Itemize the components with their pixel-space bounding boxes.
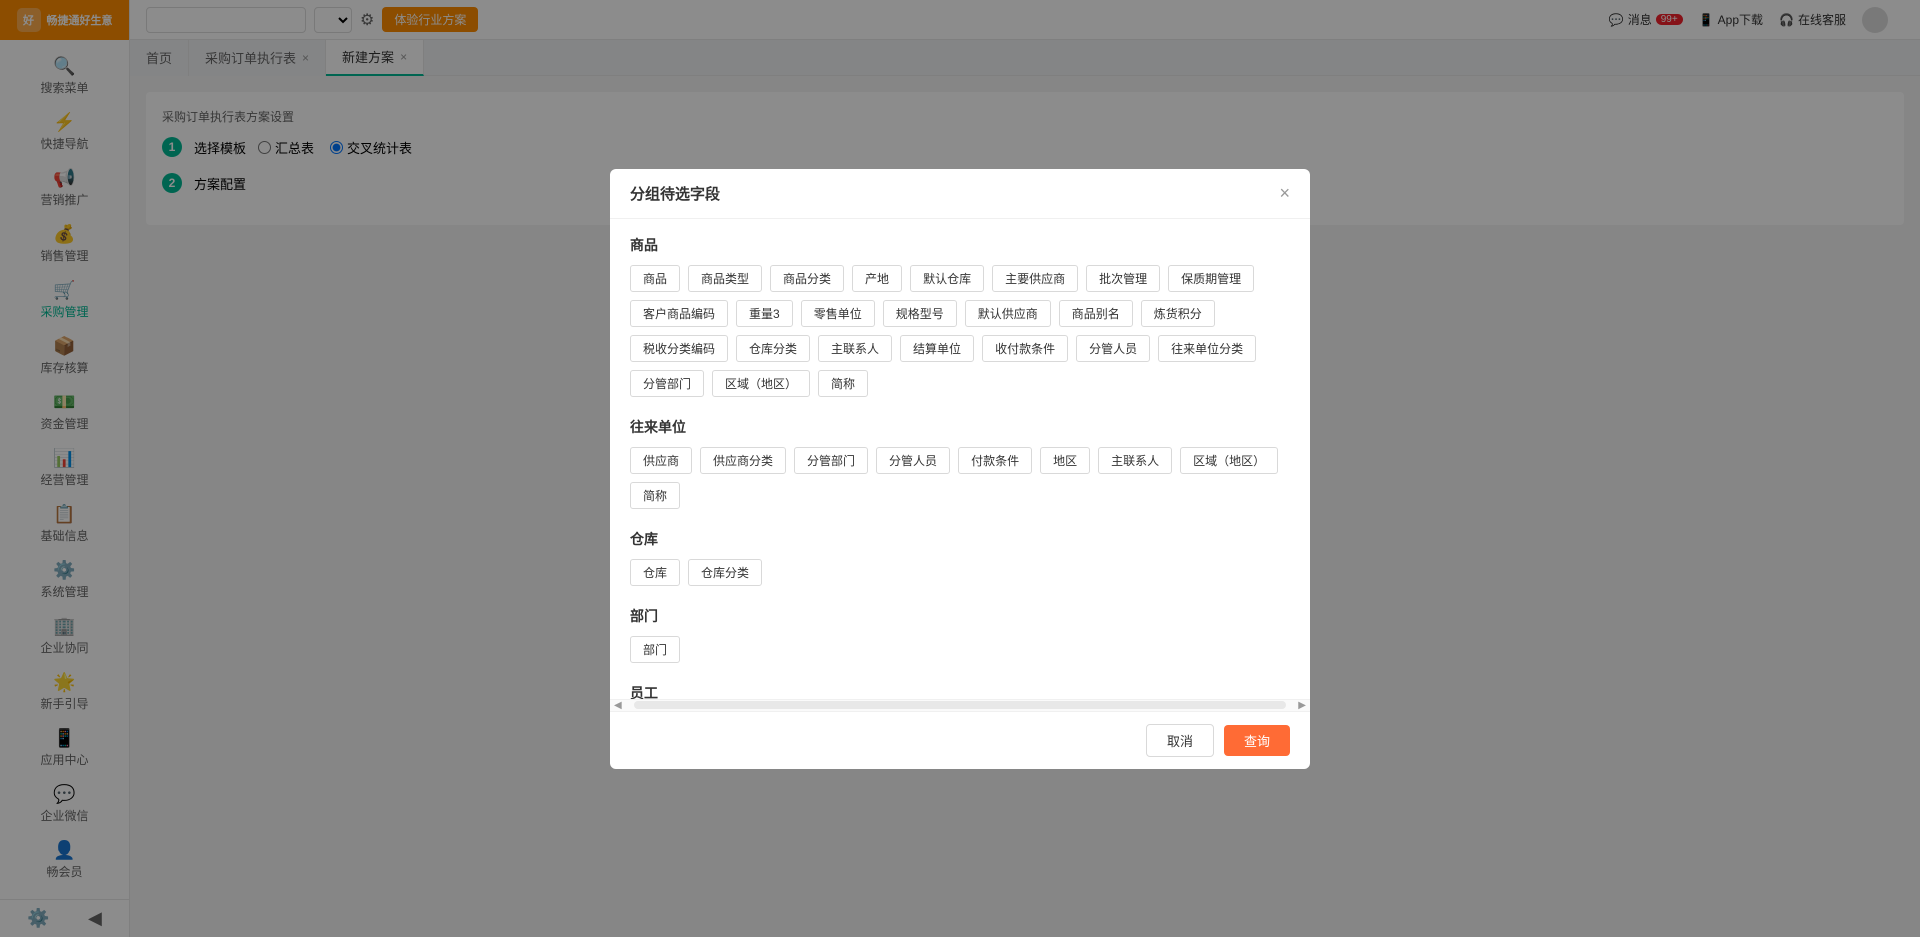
field-tag[interactable]: 地区 bbox=[1040, 447, 1090, 474]
scroll-left-arrow[interactable]: ◀ bbox=[610, 700, 626, 711]
field-tag[interactable]: 简称 bbox=[630, 482, 680, 509]
cancel-button[interactable]: 取消 bbox=[1146, 724, 1214, 757]
field-tag[interactable]: 分管人员 bbox=[1076, 335, 1150, 362]
modal-footer: 取消 查询 bbox=[610, 711, 1310, 769]
field-tag[interactable]: 分管部门 bbox=[794, 447, 868, 474]
section-partner: 往来单位供应商供应商分类分管部门分管人员付款条件地区主联系人区域（地区） 简称 bbox=[630, 417, 1290, 509]
field-tag[interactable]: 分管人员 bbox=[876, 447, 950, 474]
field-tag[interactable]: 客户商品编码 bbox=[630, 300, 728, 327]
field-tag[interactable]: 主要供应商 bbox=[992, 265, 1078, 292]
field-tag[interactable]: 商品 bbox=[630, 265, 680, 292]
field-tag[interactable]: 商品别名 bbox=[1059, 300, 1133, 327]
field-tag[interactable]: 主联系人 bbox=[1098, 447, 1172, 474]
field-tag[interactable]: 默认仓库 bbox=[910, 265, 984, 292]
field-tag[interactable]: 税收分类编码 bbox=[630, 335, 728, 362]
field-tag[interactable]: 收付款条件 bbox=[982, 335, 1068, 362]
field-tag[interactable]: 供应商分类 bbox=[700, 447, 786, 474]
section-title-warehouse: 仓库 bbox=[630, 529, 1290, 549]
field-tag[interactable]: 产地 bbox=[852, 265, 902, 292]
field-tag[interactable]: 付款条件 bbox=[958, 447, 1032, 474]
section-employee: 员工业务员 bbox=[630, 683, 1290, 699]
modal-hscroll[interactable]: ◀ ▶ bbox=[610, 699, 1310, 711]
field-tag[interactable]: 零售单位 bbox=[801, 300, 875, 327]
field-tag[interactable]: 结算单位 bbox=[900, 335, 974, 362]
field-tag[interactable]: 部门 bbox=[630, 636, 680, 663]
section-title-department: 部门 bbox=[630, 606, 1290, 626]
hscroll-bar bbox=[634, 701, 1287, 709]
field-tag[interactable]: 批次管理 bbox=[1086, 265, 1160, 292]
field-tag[interactable]: 默认供应商 bbox=[965, 300, 1051, 327]
field-tag[interactable]: 商品类型 bbox=[688, 265, 762, 292]
field-tag[interactable]: 简称 bbox=[818, 370, 868, 397]
field-tag[interactable]: 保质期管理 bbox=[1168, 265, 1254, 292]
modal-close-btn[interactable]: × bbox=[1279, 184, 1290, 202]
modal: 分组待选字段 × 商品商品商品类型商品分类产地默认仓库主要供应商批次管理保质期管… bbox=[610, 169, 1310, 769]
field-tag[interactable]: 供应商 bbox=[630, 447, 692, 474]
modal-title: 分组待选字段 bbox=[630, 183, 720, 204]
section-warehouse: 仓库仓库仓库分类 bbox=[630, 529, 1290, 586]
section-title-employee: 员工 bbox=[630, 683, 1290, 699]
field-tag[interactable]: 区域（地区） bbox=[712, 370, 810, 397]
section-title-partner: 往来单位 bbox=[630, 417, 1290, 437]
field-tags-product: 商品商品类型商品分类产地默认仓库主要供应商批次管理保质期管理客户商品编码重量3 零… bbox=[630, 265, 1290, 397]
modal-header: 分组待选字段 × bbox=[610, 169, 1310, 219]
field-tag[interactable]: 分管部门 bbox=[630, 370, 704, 397]
section-department: 部门部门 bbox=[630, 606, 1290, 663]
section-title-product: 商品 bbox=[630, 235, 1290, 255]
field-tag[interactable]: 仓库分类 bbox=[688, 559, 762, 586]
field-tags-partner: 供应商供应商分类分管部门分管人员付款条件地区主联系人区域（地区） 简称 bbox=[630, 447, 1290, 509]
field-tag[interactable]: 区域（地区） bbox=[1180, 447, 1278, 474]
field-tag[interactable]: 规格型号 bbox=[883, 300, 957, 327]
confirm-button[interactable]: 查询 bbox=[1224, 725, 1290, 756]
field-tag[interactable]: 仓库 bbox=[630, 559, 680, 586]
field-tag[interactable]: 往来单位分类 bbox=[1158, 335, 1256, 362]
modal-overlay: 分组待选字段 × 商品商品商品类型商品分类产地默认仓库主要供应商批次管理保质期管… bbox=[0, 0, 1920, 937]
field-tag[interactable]: 主联系人 bbox=[818, 335, 892, 362]
field-tag[interactable]: 重量3 bbox=[736, 300, 793, 327]
section-product: 商品商品商品类型商品分类产地默认仓库主要供应商批次管理保质期管理客户商品编码重量… bbox=[630, 235, 1290, 397]
modal-body[interactable]: 商品商品商品类型商品分类产地默认仓库主要供应商批次管理保质期管理客户商品编码重量… bbox=[610, 219, 1310, 699]
field-tag[interactable]: 炼货积分 bbox=[1141, 300, 1215, 327]
field-tag[interactable]: 商品分类 bbox=[770, 265, 844, 292]
field-tag[interactable]: 仓库分类 bbox=[736, 335, 810, 362]
scroll-right-arrow[interactable]: ▶ bbox=[1294, 700, 1310, 711]
field-tags-warehouse: 仓库仓库分类 bbox=[630, 559, 1290, 586]
field-tags-department: 部门 bbox=[630, 636, 1290, 663]
